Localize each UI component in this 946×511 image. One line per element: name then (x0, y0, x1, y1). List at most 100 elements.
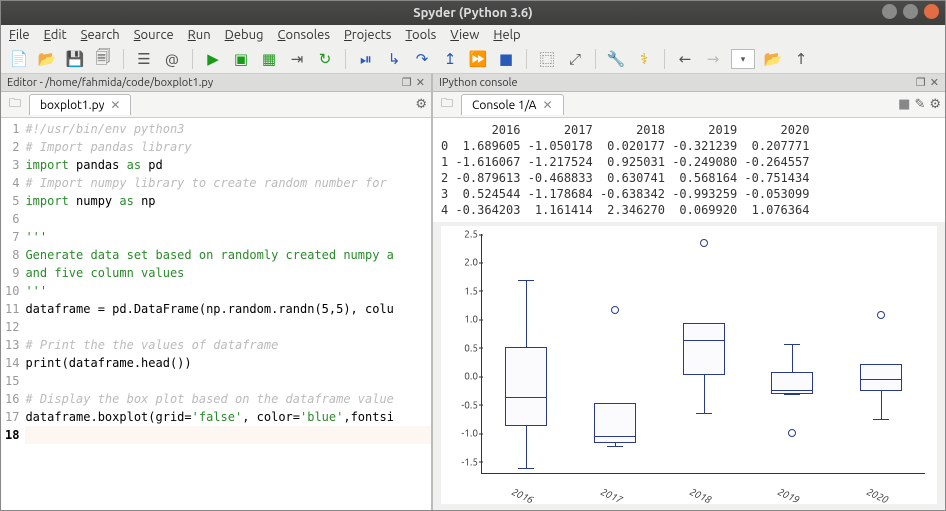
window-title: Spyder (Python 3.6) (413, 6, 532, 20)
debug-stop-icon[interactable]: ■ (496, 49, 516, 69)
code-line[interactable]: import numpy as np (25, 192, 431, 210)
main-toolbar: 📄 📂 💾 🗐 ☰ @ ▶ ▣ ▦ ⇥ ↻ ⏯ ↳ ↷ ↥ ⏩ ■ ⿴ ⤢ 🔧 … (1, 45, 945, 74)
run-selection-icon[interactable]: ⇥ (287, 49, 307, 69)
box-2016 (505, 234, 547, 473)
preferences-icon[interactable]: 🔧 (606, 49, 626, 69)
editor-tab[interactable]: boxplot1.py ✕ (29, 94, 131, 115)
pane-close-icon[interactable]: ✕ (416, 76, 425, 89)
menu-consoles[interactable]: Consoles (278, 28, 330, 42)
debug-over-icon[interactable]: ↷ (412, 49, 432, 69)
code-line[interactable]: # Import numpy library to create random … (25, 174, 431, 192)
minimize-button[interactable] (882, 4, 897, 19)
list-icon[interactable]: ☰ (134, 49, 154, 69)
editor-options-icon[interactable]: ⚙ (415, 97, 427, 112)
box-2019 (771, 234, 813, 473)
menu-tools[interactable]: Tools (405, 28, 436, 42)
code-line[interactable]: ''' (25, 282, 431, 300)
run-cell-advance-icon[interactable]: ▦ (259, 49, 279, 69)
fullscreen-icon[interactable]: ⤢ (565, 49, 585, 69)
new-file-icon[interactable]: 📄 (9, 49, 29, 69)
code-line[interactable]: # Display the box plot based on the data… (25, 390, 431, 408)
editor-path: Editor - /home/fahmida/code/boxplot1.py (7, 77, 213, 89)
debug-continue-icon[interactable]: ⏩ (468, 49, 488, 69)
browse-consoles-icon[interactable]: 🗀 (437, 95, 457, 115)
rerun-icon[interactable]: ↻ (315, 49, 335, 69)
code-line[interactable]: ''' (25, 228, 431, 246)
x-tick: 2016 (510, 486, 535, 506)
console-tab-label: Console 1/A (472, 99, 536, 112)
outlier (611, 306, 619, 314)
y-tick: 2.5 (448, 229, 478, 240)
pane-undock-icon[interactable]: ❐ (916, 76, 926, 89)
parent-dir-icon[interactable]: ↑ (791, 49, 811, 69)
menu-view[interactable]: View (450, 28, 479, 42)
pane-undock-icon[interactable]: ❐ (402, 76, 412, 89)
forward-icon[interactable]: → (703, 49, 723, 69)
code-line[interactable] (25, 210, 431, 228)
y-tick: -1.0 (448, 428, 478, 439)
console-title-text: IPython console (439, 77, 518, 89)
outlier (877, 311, 885, 319)
box-2020 (860, 234, 902, 473)
code-line[interactable] (25, 426, 431, 444)
debug-step-icon[interactable]: ⏯ (356, 49, 376, 69)
python-path-icon[interactable]: ⚕ (634, 49, 654, 69)
menu-search[interactable]: Search (81, 28, 120, 42)
code-line[interactable] (25, 318, 431, 336)
menu-debug[interactable]: Debug (225, 28, 264, 42)
code-line[interactable]: Generate data set based on randomly crea… (25, 246, 431, 264)
menu-source[interactable]: Source (134, 28, 174, 42)
code-line[interactable]: # Print the the values of dataframe (25, 336, 431, 354)
editor-tab-label: boxplot1.py (40, 99, 104, 112)
clear-console-icon[interactable]: ✎ (914, 97, 925, 112)
boxplot-chart: -1.5-1.0-0.50.00.51.01.52.02.52016201720… (441, 226, 937, 504)
console-output[interactable]: 2016 2017 2018 2019 2020 0 1.689605 -1.0… (433, 118, 945, 222)
console-tabsbar: 🗀 Console 1/A ✕ ■ ✎ ⚙ (433, 92, 945, 118)
menu-edit[interactable]: Edit (44, 28, 67, 42)
maximize-button[interactable] (903, 4, 918, 19)
y-tick: 0.0 (448, 371, 478, 382)
menu-help[interactable]: Help (493, 28, 520, 42)
x-tick: 2018 (688, 486, 713, 506)
close-tab-icon[interactable]: ✕ (110, 98, 120, 112)
x-tick: 2020 (865, 486, 890, 506)
open-file-icon[interactable]: 📂 (37, 49, 57, 69)
save-all-icon[interactable]: 🗐 (93, 49, 113, 69)
save-icon[interactable]: 💾 (65, 49, 85, 69)
outlier (788, 429, 796, 437)
maximize-pane-icon[interactable]: ⿴ (537, 49, 557, 69)
close-console-icon[interactable]: ✕ (542, 98, 552, 112)
browse-cwd-icon[interactable]: 📂 (763, 49, 783, 69)
debug-out-icon[interactable]: ↥ (440, 49, 460, 69)
code-line[interactable]: # Import pandas library (25, 138, 431, 156)
code-line[interactable] (25, 372, 431, 390)
at-icon[interactable]: @ (162, 49, 182, 69)
stop-kernel-icon[interactable]: ■ (898, 97, 910, 112)
editor-tabsbar: 🗀 boxplot1.py ✕ ⚙ (1, 92, 431, 118)
debug-into-icon[interactable]: ↳ (384, 49, 404, 69)
menu-file[interactable]: File (9, 28, 30, 42)
code-editor[interactable]: 123456789101112131415161718 #!/usr/bin/e… (1, 118, 431, 510)
code-line[interactable]: print(dataframe.head()) (25, 354, 431, 372)
code-line[interactable]: import pandas as pd (25, 156, 431, 174)
cwd-dropdown[interactable]: ▾ (731, 49, 755, 69)
code-line[interactable]: #!/usr/bin/env python3 (25, 120, 431, 138)
menubar: File Edit Search Source Run Debug Consoles Proj… (1, 25, 945, 45)
console-pane-title: IPython console ❐ ✕ (433, 74, 945, 92)
y-tick: 2.0 (448, 257, 478, 268)
menu-run[interactable]: Run (188, 28, 211, 42)
code-line[interactable]: dataframe = pd.DataFrame(np.random.randn… (25, 300, 431, 318)
pane-close-icon[interactable]: ✕ (930, 76, 939, 89)
run-cell-icon[interactable]: ▣ (231, 49, 251, 69)
code-line[interactable]: and five column values (25, 264, 431, 282)
run-icon[interactable]: ▶ (203, 49, 223, 69)
y-tick: 0.5 (448, 342, 478, 353)
console-tab[interactable]: Console 1/A ✕ (461, 94, 564, 115)
console-options-icon[interactable]: ⚙ (929, 97, 941, 112)
menu-projects[interactable]: Projects (344, 28, 391, 42)
close-button[interactable] (924, 4, 939, 19)
code-line[interactable]: dataframe.boxplot(grid='false', color='b… (25, 408, 431, 426)
window-titlebar: Spyder (Python 3.6) (1, 1, 945, 25)
browse-tabs-icon[interactable]: 🗀 (5, 95, 25, 115)
back-icon[interactable]: ← (675, 49, 695, 69)
